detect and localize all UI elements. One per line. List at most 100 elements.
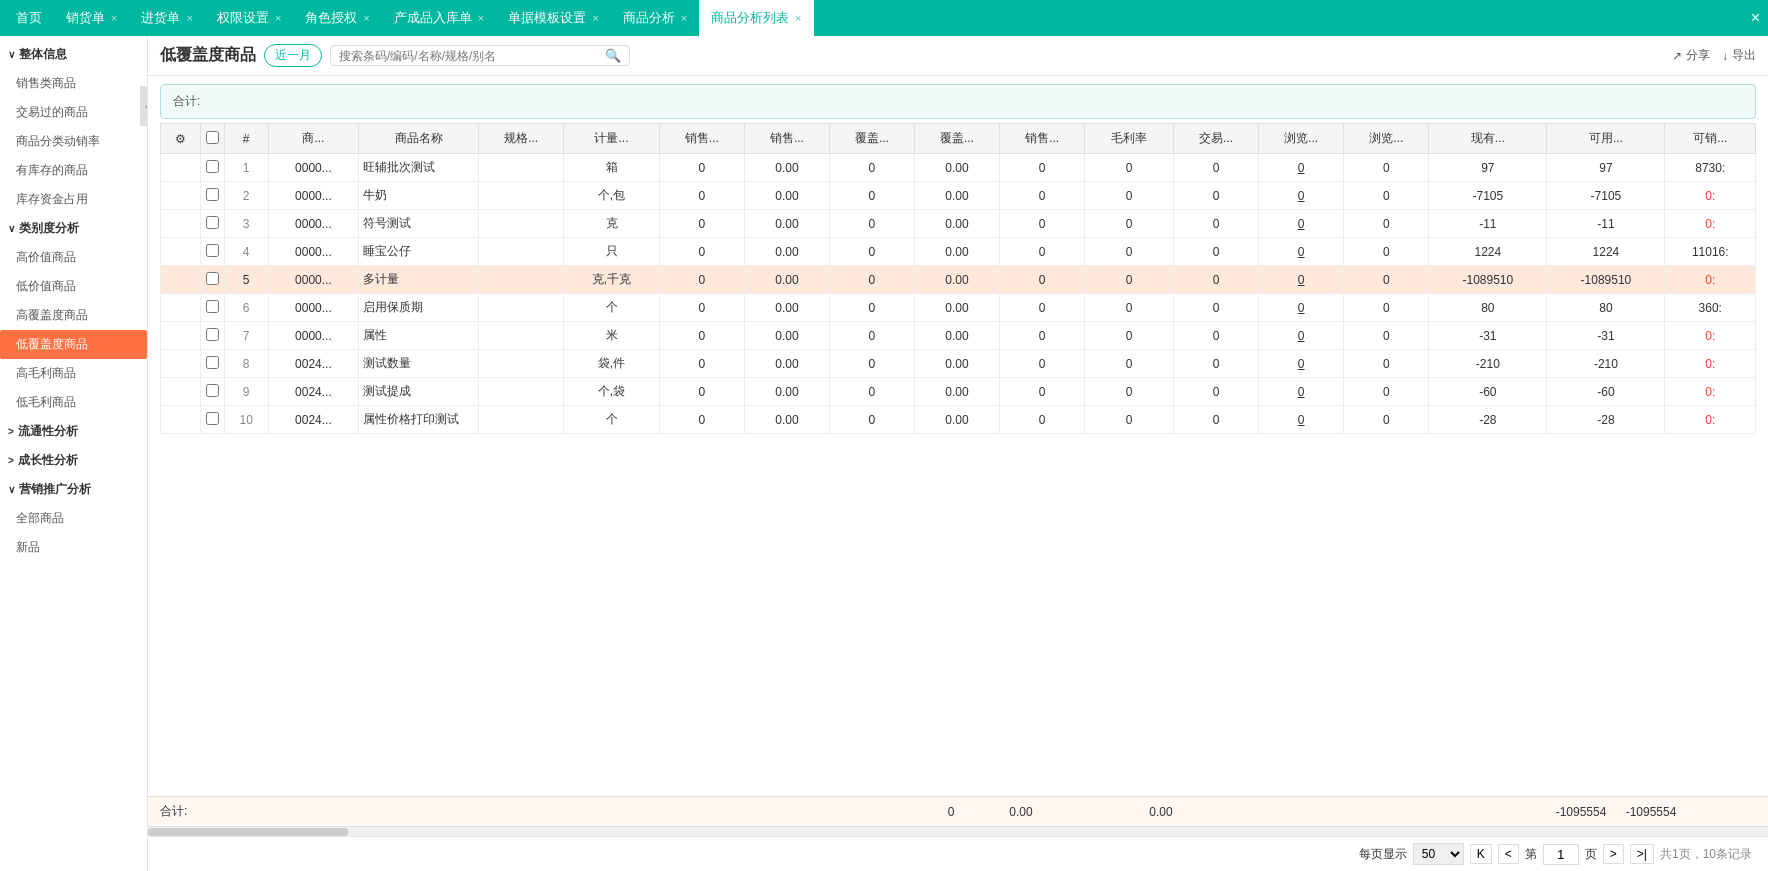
- cell-current: -210: [1429, 350, 1547, 378]
- close-icon[interactable]: ×: [592, 12, 598, 24]
- sidebar-item-new-goods[interactable]: 新品: [0, 533, 147, 562]
- row-checkbox[interactable]: [206, 244, 219, 257]
- sidebar-section-overall[interactable]: ∨ 整体信息: [0, 40, 147, 69]
- browse-link[interactable]: 0: [1298, 301, 1305, 315]
- sidebar-item-high-value[interactable]: 高价值商品: [0, 243, 147, 272]
- close-icon[interactable]: ×: [186, 12, 192, 24]
- browse-link[interactable]: 0: [1298, 217, 1305, 231]
- close-icon[interactable]: ×: [363, 12, 369, 24]
- close-all-tabs-button[interactable]: ×: [1751, 9, 1760, 27]
- row-checkbox[interactable]: [206, 412, 219, 425]
- cell-browse1[interactable]: 0: [1259, 322, 1344, 350]
- content-header: 低覆盖度商品 近一月 🔍 ↗ 分享 ↓ 导出: [148, 36, 1768, 76]
- filter-recent-month-button[interactable]: 近一月: [264, 44, 322, 67]
- cell-checkbox[interactable]: [200, 406, 224, 434]
- sidebar-item-stock-goods[interactable]: 有库存的商品: [0, 156, 147, 185]
- close-icon[interactable]: ×: [478, 12, 484, 24]
- sidebar-section-liquidity[interactable]: > 流通性分析: [0, 417, 147, 446]
- browse-link[interactable]: 0: [1298, 357, 1305, 371]
- share-button[interactable]: ↗ 分享: [1672, 47, 1710, 64]
- browse-link[interactable]: 0: [1298, 385, 1305, 399]
- browse-link[interactable]: 0: [1298, 161, 1305, 175]
- sidebar-section-growth[interactable]: > 成长性分析: [0, 446, 147, 475]
- row-checkbox[interactable]: [206, 188, 219, 201]
- cell-browse1[interactable]: 0: [1259, 210, 1344, 238]
- close-icon[interactable]: ×: [795, 12, 801, 24]
- cell-checkbox[interactable]: [200, 238, 224, 266]
- sidebar-collapse-button[interactable]: «: [140, 86, 148, 126]
- cell-checkbox[interactable]: [200, 294, 224, 322]
- nav-tab-product-analysis-list[interactable]: 商品分析列表 ×: [699, 0, 813, 36]
- nav-tab-home[interactable]: 首页: [4, 0, 54, 36]
- horizontal-scrollbar[interactable]: [148, 826, 1768, 836]
- export-button[interactable]: ↓ 导出: [1722, 47, 1756, 64]
- select-all-checkbox[interactable]: [206, 131, 219, 144]
- sidebar-section-category[interactable]: ∨ 类别度分析: [0, 214, 147, 243]
- sidebar-item-low-coverage[interactable]: 低覆盖度商品: [0, 330, 147, 359]
- cell-checkbox[interactable]: [200, 322, 224, 350]
- row-checkbox[interactable]: [206, 300, 219, 313]
- cell-name: 符号测试: [359, 210, 479, 238]
- cell-sales3: 0: [1000, 406, 1085, 434]
- cell-checkbox[interactable]: [200, 378, 224, 406]
- sidebar-item-sales-goods[interactable]: 销售类商品: [0, 69, 147, 98]
- close-icon[interactable]: ×: [681, 12, 687, 24]
- last-page-button[interactable]: >|: [1630, 844, 1654, 864]
- cell-checkbox[interactable]: [200, 154, 224, 182]
- cell-checkbox[interactable]: [200, 182, 224, 210]
- cell-browse1[interactable]: 0: [1259, 350, 1344, 378]
- row-checkbox[interactable]: [206, 356, 219, 369]
- cell-checkbox[interactable]: [200, 266, 224, 294]
- row-checkbox[interactable]: [206, 328, 219, 341]
- sidebar-item-high-coverage[interactable]: 高覆盖度商品: [0, 301, 147, 330]
- per-page-select[interactable]: 50 20 100 200: [1413, 843, 1464, 865]
- nav-tab-role[interactable]: 角色授权 ×: [293, 0, 381, 36]
- close-icon[interactable]: ×: [111, 12, 117, 24]
- cell-unit: 个: [564, 294, 660, 322]
- browse-link[interactable]: 0: [1298, 245, 1305, 259]
- cell-browse1[interactable]: 0: [1259, 182, 1344, 210]
- cell-browse1[interactable]: 0: [1259, 406, 1344, 434]
- browse-link[interactable]: 0: [1298, 413, 1305, 427]
- nav-tab-purchase[interactable]: 进货单 ×: [129, 0, 204, 36]
- current-page-input[interactable]: [1543, 844, 1579, 865]
- row-checkbox[interactable]: [206, 216, 219, 229]
- sidebar-item-high-margin[interactable]: 高毛利商品: [0, 359, 147, 388]
- prev-page-button[interactable]: <: [1498, 844, 1519, 864]
- sidebar-item-traded-goods[interactable]: 交易过的商品: [0, 98, 147, 127]
- first-page-button[interactable]: K: [1470, 844, 1492, 864]
- th-checkbox[interactable]: [200, 124, 224, 154]
- sidebar-item-capital-use[interactable]: 库存资金占用: [0, 185, 147, 214]
- cell-browse1[interactable]: 0: [1259, 378, 1344, 406]
- table-wrapper[interactable]: ⚙ # 商... 商品名称 规格... 计量... 销售... 销售... 覆盖…: [148, 123, 1768, 796]
- nav-tab-permission[interactable]: 权限设置 ×: [205, 0, 293, 36]
- chevron-down-icon: ∨: [8, 49, 15, 60]
- nav-tab-template[interactable]: 单据模板设置 ×: [496, 0, 610, 36]
- nav-tab-sales[interactable]: 销货单 ×: [54, 0, 129, 36]
- next-page-button[interactable]: >: [1603, 844, 1624, 864]
- browse-link[interactable]: 0: [1298, 329, 1305, 343]
- chevron-right-icon: >: [8, 426, 14, 437]
- sidebar-item-low-value[interactable]: 低价值商品: [0, 272, 147, 301]
- row-checkbox[interactable]: [206, 384, 219, 397]
- sidebar-item-all-goods[interactable]: 全部商品: [0, 504, 147, 533]
- nav-tab-product-analysis[interactable]: 商品分析 ×: [611, 0, 699, 36]
- sidebar-section-marketing[interactable]: ∨ 营销推广分析: [0, 475, 147, 504]
- row-checkbox[interactable]: [206, 272, 219, 285]
- nav-tab-product-entry[interactable]: 产成品入库单 ×: [382, 0, 496, 36]
- cell-browse1[interactable]: 0: [1259, 294, 1344, 322]
- cell-checkbox[interactable]: [200, 350, 224, 378]
- cell-settings: [161, 266, 201, 294]
- close-icon[interactable]: ×: [275, 12, 281, 24]
- search-input[interactable]: [339, 49, 605, 63]
- browse-link[interactable]: 0: [1298, 273, 1305, 287]
- row-checkbox[interactable]: [206, 160, 219, 173]
- cell-browse1[interactable]: 0: [1259, 238, 1344, 266]
- cell-browse1[interactable]: 0: [1259, 154, 1344, 182]
- th-settings[interactable]: ⚙: [161, 124, 201, 154]
- sidebar-item-category-rate[interactable]: 商品分类动销率: [0, 127, 147, 156]
- sidebar-item-low-margin[interactable]: 低毛利商品: [0, 388, 147, 417]
- browse-link[interactable]: 0: [1298, 189, 1305, 203]
- cell-browse1[interactable]: 0: [1259, 266, 1344, 294]
- cell-checkbox[interactable]: [200, 210, 224, 238]
